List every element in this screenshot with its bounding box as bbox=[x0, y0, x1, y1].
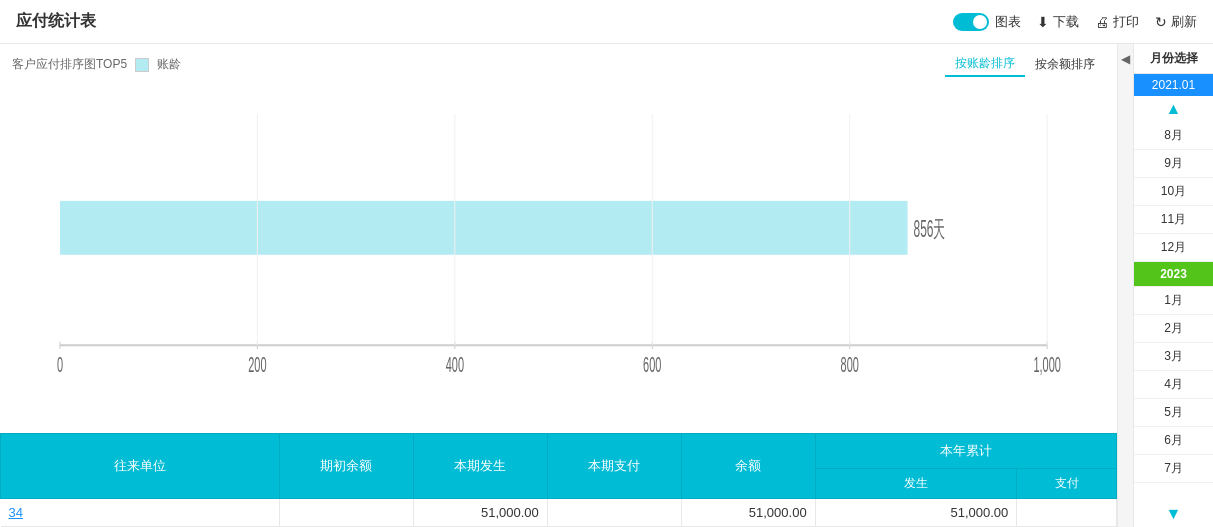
svg-text:1,000: 1,000 bbox=[1033, 353, 1060, 377]
th-period-pay: 本期支付 bbox=[547, 434, 681, 499]
chart-section: 客户应付排序图TOP5 账龄 按账龄排序 按余额排序 34 bbox=[0, 44, 1117, 527]
download-label: 下载 bbox=[1053, 13, 1079, 31]
table-section: 往来单位 期初余额 本期发生 本期支付 余额 本年累计 发生 支付 bbox=[0, 433, 1117, 527]
svg-text:0: 0 bbox=[57, 353, 63, 377]
print-button[interactable]: 🖨 打印 bbox=[1095, 13, 1139, 31]
sidebar-month-1[interactable]: 1月 bbox=[1134, 287, 1213, 315]
print-label: 打印 bbox=[1113, 13, 1139, 31]
th-year-occur: 发生 bbox=[815, 469, 1017, 499]
table-header-row-1: 往来单位 期初余额 本期发生 本期支付 余额 本年累计 bbox=[1, 434, 1117, 469]
collapse-bar[interactable]: ◀ bbox=[1117, 44, 1133, 527]
sidebar-up-button[interactable]: ▲ bbox=[1134, 96, 1213, 122]
table-body: 34 51,000.00 51,000.00 51,000.00 bbox=[1, 499, 1117, 527]
svg-text:400: 400 bbox=[446, 353, 464, 377]
th-year-pay: 支付 bbox=[1017, 469, 1117, 499]
download-button[interactable]: ⬇ 下载 bbox=[1037, 13, 1079, 31]
cell-period-occur: 51,000.00 bbox=[413, 499, 547, 527]
sidebar-months: 8月 9月 10月 11月 12月 2023 1月 2月 3月 4月 5月 6月… bbox=[1134, 122, 1213, 501]
legend-box bbox=[135, 58, 149, 72]
chart-legend-title: 客户应付排序图TOP5 bbox=[12, 56, 127, 73]
chart-toggle-label: 图表 bbox=[995, 13, 1021, 31]
sidebar-month-8[interactable]: 8月 bbox=[1134, 122, 1213, 150]
chart-svg: 34 856天 0 200 bbox=[50, 95, 1097, 403]
chart-legend-label: 账龄 bbox=[157, 56, 181, 73]
print-icon: 🖨 bbox=[1095, 14, 1109, 30]
cell-year-occur: 51,000.00 bbox=[815, 499, 1017, 527]
sidebar-month-5[interactable]: 5月 bbox=[1134, 399, 1213, 427]
refresh-label: 刷新 bbox=[1171, 13, 1197, 31]
th-source-unit: 往来单位 bbox=[1, 434, 280, 499]
sidebar-month-11[interactable]: 11月 bbox=[1134, 206, 1213, 234]
app-container: 应付统计表 图表 ⬇ 下载 🖨 打印 ↻ 刷新 bbox=[0, 0, 1213, 527]
svg-text:600: 600 bbox=[643, 353, 661, 377]
chart-toggle[interactable] bbox=[953, 13, 989, 31]
cell-balance: 51,000.00 bbox=[681, 499, 815, 527]
sidebar-month-2[interactable]: 2月 bbox=[1134, 315, 1213, 343]
sidebar-month-7[interactable]: 7月 bbox=[1134, 455, 1213, 483]
main-content: 客户应付排序图TOP5 账龄 按账龄排序 按余额排序 34 bbox=[0, 44, 1213, 527]
th-year-total: 本年累计 bbox=[815, 434, 1116, 469]
sidebar-month-9[interactable]: 9月 bbox=[1134, 150, 1213, 178]
page-title: 应付统计表 bbox=[16, 11, 96, 32]
sidebar: 月份选择 2021.01 ▲ 8月 9月 10月 11月 12月 2023 1月… bbox=[1133, 44, 1213, 527]
right-panel: ◀ 月份选择 2021.01 ▲ 8月 9月 10月 11月 12月 2023 … bbox=[1117, 44, 1213, 527]
chart-header: 客户应付排序图TOP5 账龄 按账龄排序 按余额排序 bbox=[0, 44, 1117, 85]
th-period-balance: 期初余额 bbox=[280, 434, 414, 499]
header: 应付统计表 图表 ⬇ 下载 🖨 打印 ↻ 刷新 bbox=[0, 0, 1213, 44]
sidebar-header[interactable]: 月份选择 bbox=[1134, 44, 1213, 74]
sidebar-month-12[interactable]: 12月 bbox=[1134, 234, 1213, 262]
chart-bar bbox=[60, 201, 908, 255]
chart-toggle-group: 图表 bbox=[953, 13, 1021, 31]
table-row: 34 51,000.00 51,000.00 51,000.00 bbox=[1, 499, 1117, 527]
sidebar-year-2023[interactable]: 2023 bbox=[1134, 262, 1213, 287]
sidebar-month-6[interactable]: 6月 bbox=[1134, 427, 1213, 455]
sidebar-month-10[interactable]: 10月 bbox=[1134, 178, 1213, 206]
sort-by-amount-button[interactable]: 按账龄排序 bbox=[945, 52, 1025, 77]
refresh-button[interactable]: ↻ 刷新 bbox=[1155, 13, 1197, 31]
th-balance: 余额 bbox=[681, 434, 815, 499]
chart-body: 34 856天 0 200 bbox=[0, 85, 1117, 433]
sidebar-month-3[interactable]: 3月 bbox=[1134, 343, 1213, 371]
sidebar-year-input[interactable]: 2021.01 bbox=[1134, 74, 1213, 96]
cell-unit[interactable]: 34 bbox=[1, 499, 280, 527]
stats-table: 往来单位 期初余额 本期发生 本期支付 余额 本年累计 发生 支付 bbox=[0, 433, 1117, 527]
refresh-icon: ↻ bbox=[1155, 14, 1167, 30]
svg-text:856天: 856天 bbox=[914, 216, 946, 242]
header-actions: 图表 ⬇ 下载 🖨 打印 ↻ 刷新 bbox=[953, 13, 1197, 31]
cell-year-pay bbox=[1017, 499, 1117, 527]
table-wrapper: 往来单位 期初余额 本期发生 本期支付 余额 本年累计 发生 支付 bbox=[0, 433, 1117, 527]
sort-by-balance-button[interactable]: 按余额排序 bbox=[1025, 52, 1105, 77]
svg-text:800: 800 bbox=[841, 353, 859, 377]
chart-sort-buttons: 按账龄排序 按余额排序 bbox=[945, 52, 1105, 77]
chart-legend: 客户应付排序图TOP5 账龄 bbox=[12, 56, 181, 73]
cell-period-balance bbox=[280, 499, 414, 527]
download-icon: ⬇ bbox=[1037, 14, 1049, 30]
cell-period-pay bbox=[547, 499, 681, 527]
sidebar-month-4[interactable]: 4月 bbox=[1134, 371, 1213, 399]
sidebar-down-button[interactable]: ▼ bbox=[1134, 501, 1213, 527]
th-period-occur: 本期发生 bbox=[413, 434, 547, 499]
sidebar-header-label: 月份选择 bbox=[1150, 51, 1198, 65]
svg-text:200: 200 bbox=[248, 353, 266, 377]
